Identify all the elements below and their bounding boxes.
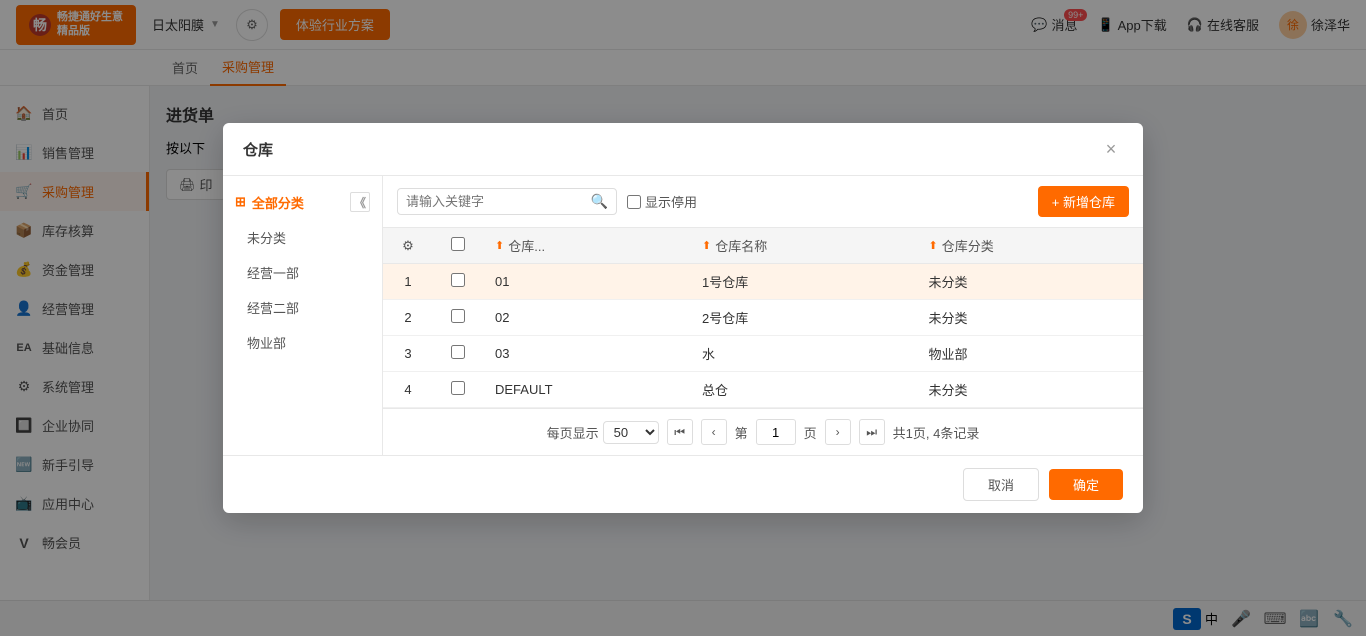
select-all-checkbox[interactable] <box>451 237 465 251</box>
row-name: 总仓 <box>690 372 916 408</box>
row-num: 4 <box>383 372 433 408</box>
modal-body: ⊞ 全部分类 《 未分类 经营一部 经营二部 物业部 🔍 <box>223 176 1143 455</box>
search-input[interactable] <box>406 194 591 209</box>
row-num: 3 <box>383 336 433 372</box>
col-name: ⬆ 仓库名称 <box>690 228 916 264</box>
modal-header: 仓库 × <box>223 123 1143 176</box>
grid-icon: ⊞ <box>235 194 246 210</box>
all-category-button[interactable]: ⊞ 全部分类 《 <box>223 184 382 220</box>
table-row[interactable]: 2 02 2号仓库 未分类 <box>383 300 1143 336</box>
col-settings: ⚙ <box>383 228 433 264</box>
row-checkbox[interactable] <box>433 336 483 372</box>
category-item-property[interactable]: 物业部 <box>223 325 382 360</box>
row-checkbox[interactable] <box>433 300 483 336</box>
collapse-button[interactable]: 《 <box>350 192 370 212</box>
search-icon: 🔍 <box>591 193 608 210</box>
row-code: 03 <box>483 336 690 372</box>
next-page-button[interactable]: › <box>825 419 851 445</box>
col-code: ⬆ 仓库... <box>483 228 690 264</box>
row-num: 1 <box>383 264 433 300</box>
page-size-selector: 每页显示 50 20 100 <box>547 421 659 444</box>
cancel-button[interactable]: 取消 <box>963 468 1039 501</box>
table-row[interactable]: 1 01 1号仓库 未分类 <box>383 264 1143 300</box>
row-checkbox[interactable] <box>433 264 483 300</box>
table-row[interactable]: 4 DEFAULT 总仓 未分类 <box>383 372 1143 408</box>
row-name: 1号仓库 <box>690 264 916 300</box>
show-disabled-checkbox[interactable] <box>627 195 641 209</box>
sort-name-icon: ⬆ <box>702 239 711 252</box>
row-category: 未分类 <box>917 300 1144 336</box>
sort-cat-icon: ⬆ <box>929 239 938 252</box>
prev-page-button[interactable]: ‹ <box>701 419 727 445</box>
first-page-button[interactable]: ⏮ <box>667 419 693 445</box>
category-item-uncategorized[interactable]: 未分类 <box>223 220 382 255</box>
col-checkbox <box>433 228 483 264</box>
page-label: 第 <box>735 423 748 442</box>
row-name: 水 <box>690 336 916 372</box>
page-suffix: 页 <box>804 423 817 442</box>
table-header-row: ⚙ ⬆ 仓库... <box>383 228 1143 264</box>
add-warehouse-button[interactable]: + 新增仓库 <box>1038 186 1129 217</box>
table-toolbar: 🔍 显示停用 + 新增仓库 <box>383 176 1143 228</box>
category-item-dept1[interactable]: 经营一部 <box>223 255 382 290</box>
show-disabled-label: 显示停用 <box>645 192 697 211</box>
search-box: 🔍 <box>397 188 617 215</box>
row-category: 未分类 <box>917 264 1144 300</box>
row-code: DEFAULT <box>483 372 690 408</box>
col-category: ⬆ 仓库分类 <box>917 228 1144 264</box>
row-name: 2号仓库 <box>690 300 916 336</box>
row-category: 物业部 <box>917 336 1144 372</box>
row-code: 01 <box>483 264 690 300</box>
pagination-bar: 每页显示 50 20 100 ⏮ ‹ 第 页 › ⏭ 共1页, 4条记录 <box>383 408 1143 455</box>
row-checkbox[interactable] <box>433 372 483 408</box>
per-page-label: 每页显示 <box>547 423 599 442</box>
page-number-input[interactable] <box>756 419 796 445</box>
table-row[interactable]: 3 03 水 物业部 <box>383 336 1143 372</box>
total-info: 共1页, 4条记录 <box>893 423 980 442</box>
row-category: 未分类 <box>917 372 1144 408</box>
settings-col-icon: ⚙ <box>402 238 414 253</box>
all-category-label: 全部分类 <box>252 193 304 212</box>
confirm-button[interactable]: 确定 <box>1049 469 1123 500</box>
table-panel: 🔍 显示停用 + 新增仓库 ⚙ <box>383 176 1143 455</box>
modal-title: 仓库 <box>243 139 273 160</box>
modal-footer: 取消 确定 <box>223 455 1143 513</box>
category-item-dept2[interactable]: 经营二部 <box>223 290 382 325</box>
warehouse-table: ⚙ ⬆ 仓库... <box>383 228 1143 408</box>
row-num: 2 <box>383 300 433 336</box>
warehouse-modal: 仓库 × ⊞ 全部分类 《 未分类 经营一部 经营二部 物业部 <box>223 123 1143 513</box>
last-page-button[interactable]: ⏭ <box>859 419 885 445</box>
show-disabled-toggle: 显示停用 <box>627 192 697 211</box>
row-code: 02 <box>483 300 690 336</box>
sort-icon: ⬆ <box>495 239 504 252</box>
category-panel: ⊞ 全部分类 《 未分类 经营一部 经营二部 物业部 <box>223 176 383 455</box>
modal-close-button[interactable]: × <box>1099 137 1123 161</box>
per-page-select[interactable]: 50 20 100 <box>603 421 659 444</box>
modal-overlay: 仓库 × ⊞ 全部分类 《 未分类 经营一部 经营二部 物业部 <box>0 0 1366 636</box>
